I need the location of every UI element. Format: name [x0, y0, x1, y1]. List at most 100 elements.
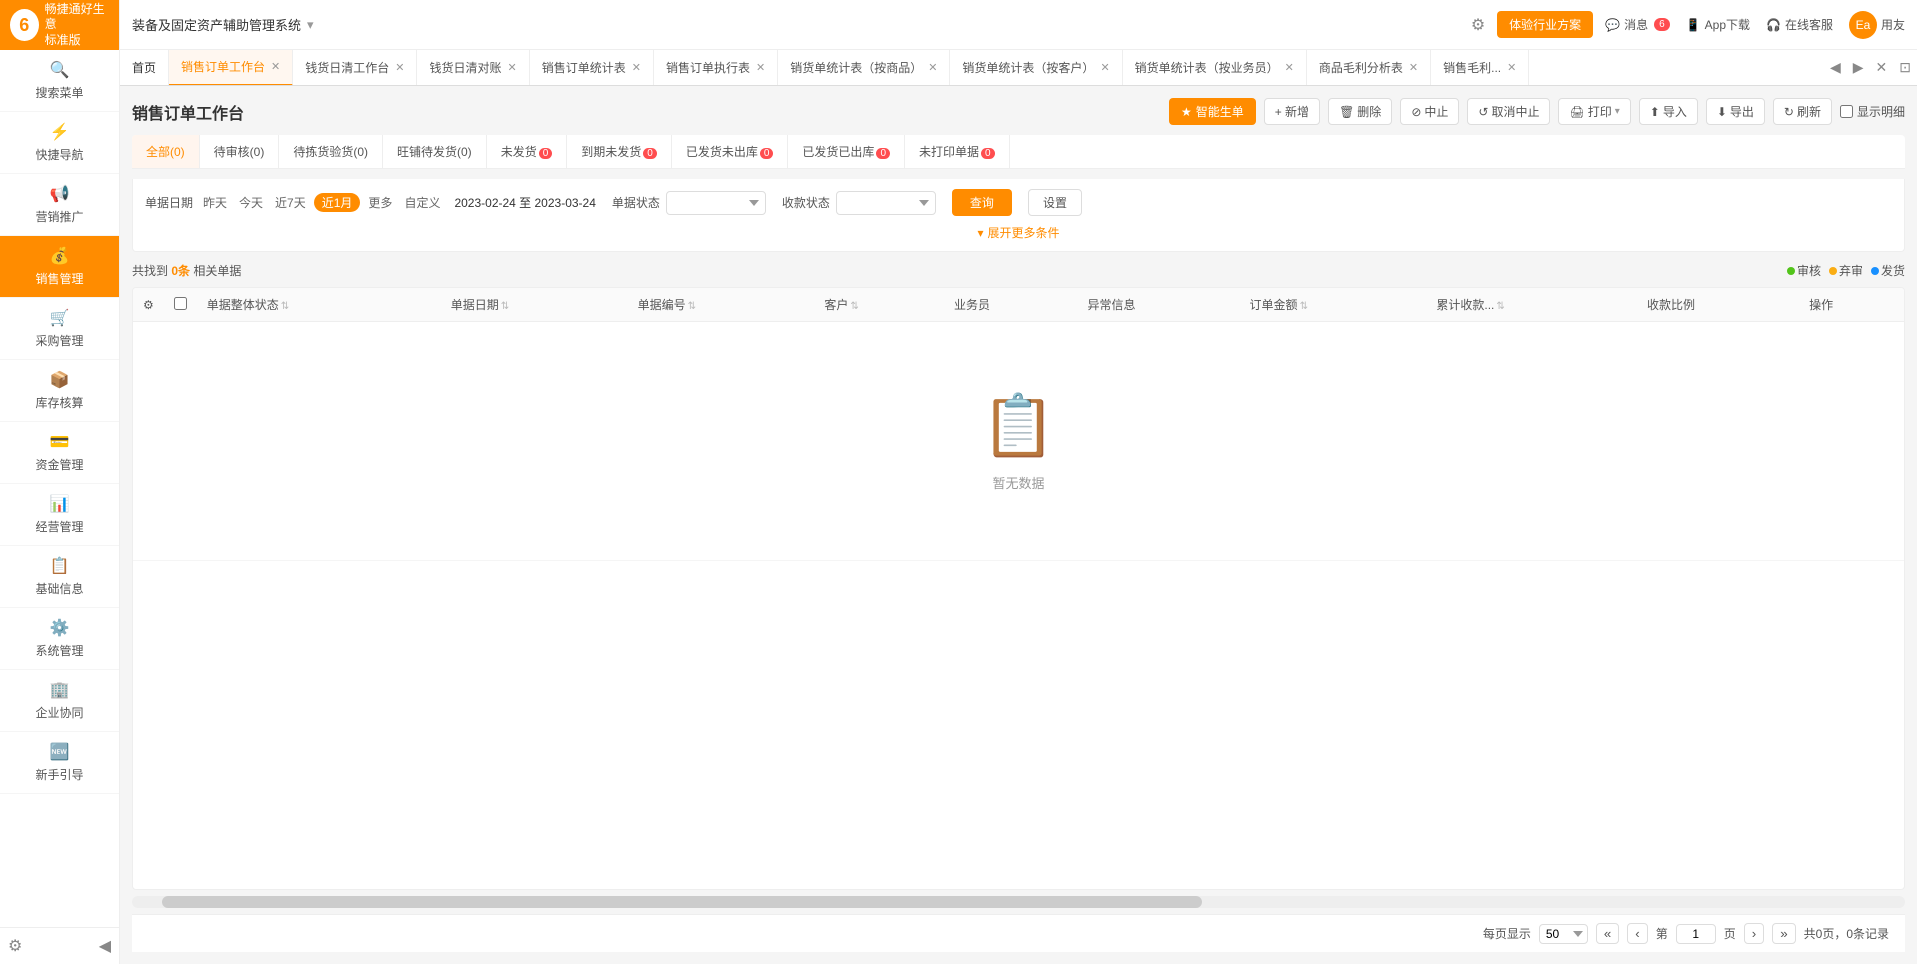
- sidebar-item-enterprise[interactable]: 🏢企业协同: [0, 670, 119, 732]
- sidebar-item-finance[interactable]: 💳资金管理: [0, 422, 119, 484]
- sidebar-item-basic[interactable]: 📋基础信息: [0, 546, 119, 608]
- tab-close-all[interactable]: ✕: [1870, 50, 1894, 86]
- refresh-btn[interactable]: ↻ 刷新: [1773, 98, 1832, 125]
- tab-sales-profit[interactable]: 销售毛利...✕: [1431, 50, 1529, 86]
- msg-icon: 💬: [1605, 18, 1620, 32]
- filter-tab-pending_check[interactable]: 待拣货验货(0): [279, 135, 383, 168]
- date-shortcut-近7天[interactable]: 近7天: [271, 193, 310, 212]
- select-all-checkbox[interactable]: [174, 297, 187, 310]
- import-btn[interactable]: ⬆ 导入: [1639, 98, 1698, 125]
- tab-label-home: 首页: [132, 59, 156, 76]
- tab-maximize[interactable]: ⊡: [1893, 50, 1917, 86]
- date-shortcut-更多[interactable]: 更多: [364, 193, 396, 212]
- tab-sales-customer-stat[interactable]: 销货单统计表（按客户）✕: [950, 50, 1122, 86]
- col-header-collected[interactable]: 累计收款...⇅: [1426, 288, 1637, 322]
- filter-tab-all[interactable]: 全部(0): [132, 135, 200, 168]
- tab-sales-stat[interactable]: 销售订单统计表✕: [530, 50, 654, 86]
- date-shortcut-自定义[interactable]: 自定义: [400, 193, 444, 212]
- tab-close-sales-profit[interactable]: ✕: [1507, 61, 1516, 74]
- set-btn[interactable]: 设置: [1028, 189, 1082, 216]
- page-size-select[interactable]: 50 20 100: [1539, 924, 1588, 944]
- date-shortcut-今天[interactable]: 今天: [235, 193, 267, 212]
- user-item[interactable]: Ea 用友: [1849, 11, 1905, 39]
- page-last-btn[interactable]: »: [1772, 923, 1795, 944]
- filter-tab-shipped_out[interactable]: 已发货已出库0: [788, 135, 905, 168]
- date-shortcut-昨天[interactable]: 昨天: [199, 193, 231, 212]
- col-header-number[interactable]: 单据编号⇅: [628, 288, 815, 322]
- sidebar-item-purchase[interactable]: 🛒采购管理: [0, 298, 119, 360]
- tab-close-sales-order[interactable]: ✕: [271, 60, 280, 73]
- col-header-date[interactable]: 单据日期⇅: [441, 288, 628, 322]
- tab-nav-prev[interactable]: ◀: [1824, 50, 1847, 86]
- horizontal-scrollbar[interactable]: [132, 896, 1905, 908]
- tab-close-sales-staff-stat[interactable]: ✕: [1285, 61, 1294, 74]
- col-header-status[interactable]: 单据整体状态⇅: [197, 288, 441, 322]
- expand-conditions-btn[interactable]: ▾ 展开更多条件: [977, 224, 1059, 241]
- filter-tab-pending_review[interactable]: 待审核(0): [200, 135, 280, 168]
- tab-close-gross-profit[interactable]: ✕: [1409, 61, 1418, 74]
- tab-sales-staff-stat[interactable]: 销货单统计表（按业务员）✕: [1123, 50, 1307, 86]
- tab-close-cash-daily[interactable]: ✕: [395, 61, 404, 74]
- tab-close-sales-customer-stat[interactable]: ✕: [1100, 61, 1109, 74]
- add-btn[interactable]: + 新增: [1264, 98, 1320, 125]
- page-input[interactable]: [1676, 924, 1716, 944]
- topbar-dropdown-icon[interactable]: ▾: [307, 17, 314, 33]
- sidebar-item-inventory[interactable]: 📦库存核算: [0, 360, 119, 422]
- export-btn[interactable]: ⬇ 导出: [1706, 98, 1765, 125]
- cancel-stop-btn[interactable]: ↺ 取消中止: [1467, 98, 1550, 125]
- print-btn[interactable]: 🖨 打印 ▾: [1558, 98, 1630, 125]
- sidebar-item-system[interactable]: ⚙️系统管理: [0, 608, 119, 670]
- app-download-item[interactable]: 📱 App下载: [1686, 16, 1750, 33]
- filter-tab-not_shipped[interactable]: 未发货0: [487, 135, 568, 168]
- tab-close-cash-reconcile[interactable]: ✕: [508, 61, 517, 74]
- show-detail-check[interactable]: 显示明细: [1840, 103, 1905, 120]
- stop-btn[interactable]: ⊘ 中止: [1400, 98, 1459, 125]
- filter-tab-not_printed[interactable]: 未打印单据0: [905, 135, 1010, 168]
- tab-sales-order[interactable]: 销售订单工作台✕: [169, 50, 293, 86]
- tab-sales-exec[interactable]: 销售订单执行表✕: [654, 50, 778, 86]
- page-prev-btn[interactable]: ‹: [1627, 923, 1647, 944]
- col-header-amount[interactable]: 订单金额⇅: [1240, 288, 1427, 322]
- collapse-icon[interactable]: ◀: [99, 936, 111, 956]
- unapprove-btn[interactable]: 弃审: [1829, 262, 1863, 279]
- sort-icon-date: ⇅: [501, 301, 509, 312]
- status-select[interactable]: [666, 191, 766, 215]
- page-next-btn[interactable]: ›: [1744, 923, 1764, 944]
- filter-tab-shipped_not_out[interactable]: 已发货未出库0: [672, 135, 789, 168]
- online-service-item[interactable]: 🎧 在线客服: [1766, 16, 1833, 33]
- filter-tab-expired_not_shipped[interactable]: 到期未发货0: [567, 135, 672, 168]
- tab-close-sales-product-stat[interactable]: ✕: [928, 61, 937, 74]
- msg-item[interactable]: 💬 消息 6: [1605, 16, 1670, 33]
- industry-btn[interactable]: 体验行业方案: [1497, 11, 1593, 38]
- sidebar-item-search[interactable]: 🔍搜索菜单: [0, 50, 119, 112]
- sidebar-item-marketing[interactable]: 📢营销推广: [0, 174, 119, 236]
- tab-cash-reconcile[interactable]: 钱货日清对账✕: [417, 50, 529, 86]
- col-settings-icon[interactable]: ⚙: [143, 298, 154, 312]
- tab-home[interactable]: 首页: [120, 50, 169, 86]
- date-shortcut-近1月[interactable]: 近1月: [314, 193, 361, 212]
- col-header-customer[interactable]: 客户⇅: [814, 288, 944, 322]
- tab-cash-daily[interactable]: 钱货日清工作台✕: [293, 50, 417, 86]
- sidebar-item-quicknav[interactable]: ⚡快捷导航: [0, 112, 119, 174]
- topbar-gear-icon[interactable]: ⚙: [1471, 15, 1485, 35]
- delete-btn[interactable]: 🗑 删除: [1328, 98, 1392, 125]
- tab-nav-next[interactable]: ▶: [1847, 50, 1870, 86]
- query-btn[interactable]: 查询: [952, 189, 1012, 216]
- sidebar-item-operation[interactable]: 📊经营管理: [0, 484, 119, 546]
- data-table: ⚙单据整体状态⇅单据日期⇅单据编号⇅客户⇅业务员异常信息订单金额⇅累计收款...…: [133, 288, 1904, 561]
- ship-btn[interactable]: 发货: [1871, 262, 1905, 279]
- date-range[interactable]: 2023-02-24 至 2023-03-24: [454, 194, 595, 211]
- tab-sales-product-stat[interactable]: 销货单统计表（按商品）✕: [778, 50, 950, 86]
- filter-tab-wangpu_ship[interactable]: 旺铺待发货(0): [383, 135, 487, 168]
- tab-close-sales-stat[interactable]: ✕: [632, 61, 641, 74]
- tab-gross-profit[interactable]: 商品毛利分析表✕: [1307, 50, 1431, 86]
- payment-select[interactable]: [836, 191, 936, 215]
- sidebar-item-guide[interactable]: 🆕新手引导: [0, 732, 119, 794]
- show-detail-checkbox[interactable]: [1840, 105, 1853, 118]
- page-first-btn[interactable]: «: [1596, 923, 1619, 944]
- approve-btn[interactable]: 审核: [1787, 262, 1821, 279]
- smart-create-btn[interactable]: ★ 智能生单: [1169, 98, 1256, 125]
- tab-close-sales-exec[interactable]: ✕: [756, 61, 765, 74]
- sidebar-item-sales[interactable]: 💰销售管理: [0, 236, 119, 298]
- settings-icon[interactable]: ⚙: [8, 936, 22, 956]
